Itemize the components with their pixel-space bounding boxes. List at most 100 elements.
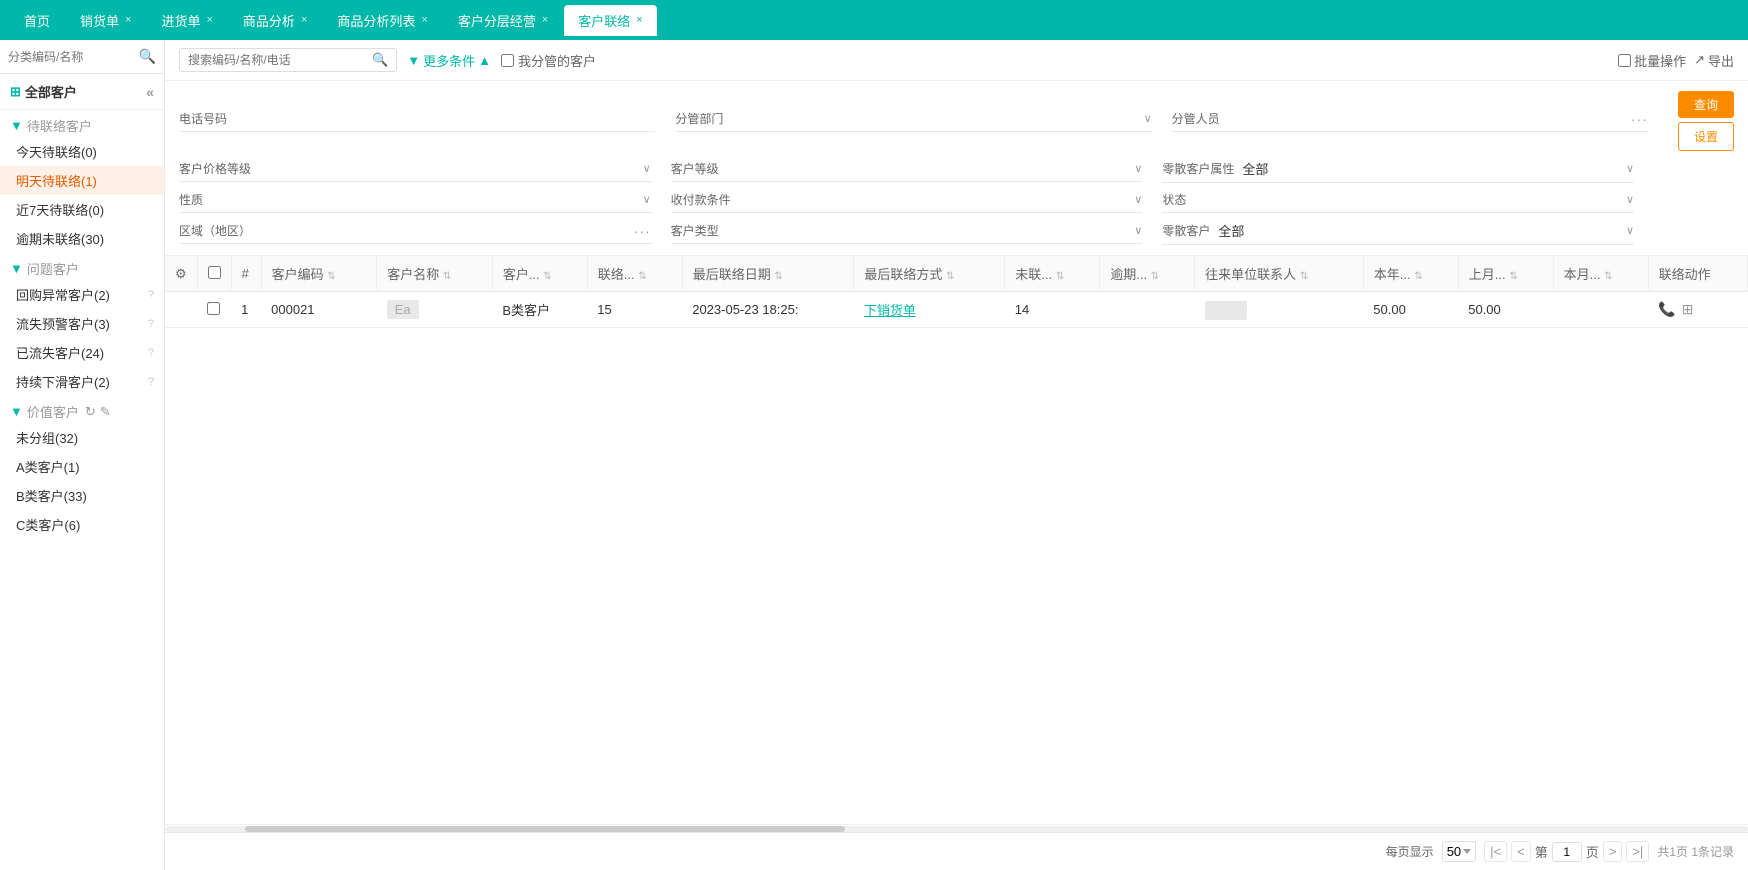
next-page-btn[interactable]: > — [1603, 841, 1623, 862]
filter-region: 区域（地区） ··· — [179, 222, 651, 244]
close-product-analysis-list[interactable]: × — [421, 14, 427, 26]
collapse-icon[interactable]: « — [146, 84, 154, 100]
sidebar-item-7days[interactable]: 近7天待联络(0) — [0, 195, 164, 224]
search-icon[interactable]: 🔍 — [372, 52, 388, 68]
col-last-month[interactable]: 上月... ⇅ — [1458, 256, 1553, 292]
sidebar-item-churned[interactable]: 已流失客户(24) ? — [0, 338, 164, 367]
filter-nature-select[interactable]: ∨ — [211, 193, 651, 206]
settings-button[interactable]: 设置 — [1678, 122, 1734, 151]
filter-row-3: 性质 ∨ 收付款条件 ∨ 状态 — [179, 191, 1734, 213]
filter-dept-select[interactable]: ∨ — [731, 112, 1151, 125]
chevron-down-icon-payment: ∨ — [1134, 193, 1142, 206]
sort-code-icon: ⇅ — [327, 271, 335, 282]
sidebar-item-today[interactable]: 今天待联络(0) — [0, 137, 164, 166]
sidebar-search-icon[interactable]: 🔍 — [139, 48, 156, 65]
filter-panel: 电话号码 分管部门 ∨ 分管人员 ··· — [165, 81, 1748, 256]
close-purchase-order[interactable]: × — [206, 14, 212, 26]
horizontal-scrollbar[interactable] — [165, 824, 1748, 832]
content-area: 🔍 ▼ 更多条件 ▲ 我分管的客户 批量操作 ↗ 导出 — [165, 40, 1748, 870]
sidebar-item-overdue[interactable]: 逾期未联络(30) — [0, 224, 164, 253]
sidebar-item-repurchase-abnormal[interactable]: 回购异常客户(2) ? — [0, 280, 164, 309]
filter-customer-type: 客户类型 ∨ — [671, 222, 1143, 244]
more-filter-btn[interactable]: ▼ 更多条件 ▲ — [407, 51, 491, 70]
action-grid-icon[interactable]: ⊞ — [1682, 301, 1694, 318]
prev-page-btn[interactable]: < — [1511, 841, 1531, 862]
search-bar-right: 批量操作 ↗ 导出 — [1618, 51, 1734, 70]
batch-op-checkbox[interactable] — [1618, 54, 1631, 67]
filter-retail-customer-select[interactable]: 全部 ∨ — [1218, 221, 1634, 240]
col-name[interactable]: 客户名称 ⇅ — [377, 256, 493, 292]
col-overdue[interactable]: 逾期... ⇅ — [1100, 256, 1195, 292]
search-input[interactable] — [188, 53, 368, 67]
last-method-link[interactable]: 下销货单 — [864, 303, 916, 318]
close-product-analysis[interactable]: × — [301, 14, 307, 26]
col-this-year[interactable]: 本年... ⇅ — [1363, 256, 1458, 292]
sidebar-item-tomorrow[interactable]: 明天待联络(1) — [0, 166, 164, 195]
sort-last-month-icon: ⇅ — [1509, 271, 1517, 282]
col-last-date[interactable]: 最后联络日期 ⇅ — [682, 256, 854, 292]
sidebar-all-customers[interactable]: ⊞ 全部客户 « — [0, 74, 164, 110]
col-unit-contact[interactable]: 往来单位联系人 ⇅ — [1195, 256, 1364, 292]
refresh-icon[interactable]: ↻ — [85, 404, 96, 420]
page-size-select[interactable]: 50 — [1442, 841, 1476, 862]
query-button[interactable]: 查询 — [1678, 91, 1734, 118]
section-value-customers: ▼ 价值客户 ↻ ✎ — [0, 396, 164, 423]
top-nav: 首页 销货单 × 进货单 × 商品分析 × 商品分析列表 × 客户分层经营 × … — [0, 0, 1748, 40]
action-phone-icon[interactable]: 📞 — [1658, 301, 1675, 318]
sort-year-icon: ⇅ — [1414, 271, 1422, 282]
row-checkbox[interactable] — [207, 302, 220, 315]
chevron-down-icon-retail2: ∨ — [1626, 224, 1634, 237]
filter-status-select[interactable]: ∨ — [1194, 193, 1634, 206]
batch-op-btn[interactable]: 批量操作 — [1618, 51, 1686, 70]
first-page-btn[interactable]: |< — [1484, 841, 1507, 862]
col-gear[interactable]: ⚙ — [165, 256, 197, 292]
nav-customer-contact[interactable]: 客户联络 × — [564, 5, 656, 36]
filter-actions: 查询 设置 — [1678, 91, 1734, 151]
sidebar-item-declining[interactable]: 持续下滑客户(2) ? — [0, 367, 164, 396]
filter-region-select[interactable]: ··· — [259, 223, 651, 239]
sidebar-item-class-a[interactable]: A类客户(1) — [0, 452, 164, 481]
nav-sales-order[interactable]: 销货单 × — [66, 5, 145, 36]
close-customer-contact[interactable]: × — [636, 14, 642, 26]
close-sales-order[interactable]: × — [125, 14, 131, 26]
filter-retail-attr-select[interactable]: 全部 ∨ — [1242, 159, 1634, 178]
chevron-down-icon-type: ∨ — [1134, 224, 1142, 237]
sidebar-item-class-b[interactable]: B类客户(33) — [0, 481, 164, 510]
my-customers-checkbox[interactable] — [501, 54, 514, 67]
edit-icon[interactable]: ✎ — [100, 404, 111, 420]
col-no-contact[interactable]: 未联... ⇅ — [1005, 256, 1100, 292]
table-wrap: ⚙ # 客户编码 ⇅ 客户名称 ⇅ — [165, 256, 1748, 824]
sort-no-contact-icon: ⇅ — [1056, 271, 1064, 282]
filter-customer-type-select[interactable]: ∨ — [727, 224, 1143, 237]
col-last-method[interactable]: 最后联络方式 ⇅ — [854, 256, 1005, 292]
export-btn[interactable]: ↗ 导出 — [1694, 51, 1734, 70]
filter-icon: ▼ — [407, 53, 420, 68]
scrollbar-thumb[interactable] — [245, 826, 845, 832]
filter-price-level-select[interactable]: ∨ — [259, 162, 651, 175]
cell-action: 📞 ⊞ — [1648, 292, 1747, 328]
filter-manager-select[interactable]: ··· — [1228, 111, 1648, 127]
help-icon-4: ? — [148, 376, 154, 388]
nav-home[interactable]: 首页 — [10, 5, 64, 36]
col-this-month[interactable]: 本月... ⇅ — [1553, 256, 1648, 292]
sidebar-item-unclassified[interactable]: 未分组(32) — [0, 423, 164, 452]
sidebar-item-churn-warning[interactable]: 流失预警客户(3) ? — [0, 309, 164, 338]
nav-product-analysis[interactable]: 商品分析 × — [229, 5, 321, 36]
filter-customer-level-select[interactable]: ∨ — [727, 162, 1143, 175]
gear-icon: ⚙ — [175, 266, 187, 281]
page-number-input[interactable] — [1552, 842, 1582, 862]
close-customer-tier[interactable]: × — [542, 14, 548, 26]
nav-product-analysis-list[interactable]: 商品分析列表 × — [323, 5, 441, 36]
col-type[interactable]: 客户... ⇅ — [492, 256, 587, 292]
col-code[interactable]: 客户编码 ⇅ — [261, 256, 377, 292]
sidebar-item-class-c[interactable]: C类客户(6) — [0, 510, 164, 539]
filter-payment-select[interactable]: ∨ — [739, 193, 1143, 206]
nav-purchase-order[interactable]: 进货单 × — [147, 5, 226, 36]
select-all-checkbox[interactable] — [208, 266, 221, 279]
last-page-btn[interactable]: >| — [1626, 841, 1649, 862]
col-contact[interactable]: 联络... ⇅ — [587, 256, 682, 292]
col-action: 联络动作 — [1648, 256, 1747, 292]
sidebar-search-input[interactable] — [8, 50, 135, 64]
nav-customer-tier[interactable]: 客户分层经营 × — [444, 5, 562, 36]
chevron-down-icon-dept: ∨ — [1144, 112, 1152, 125]
